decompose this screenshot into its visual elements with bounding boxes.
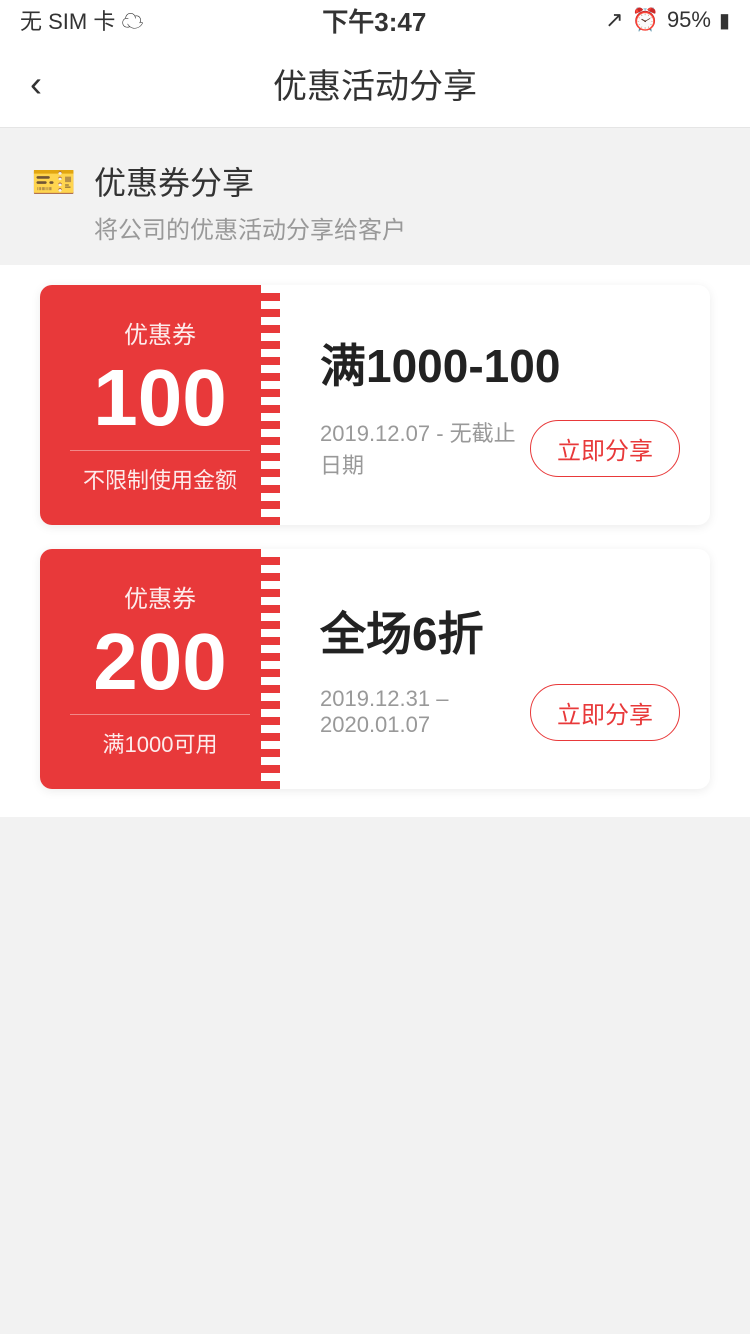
- page-title: 优惠活动分享: [273, 59, 477, 108]
- coupon-left-stub: 优惠券 100 不限制使用金额: [40, 285, 280, 525]
- status-right: ↗ ⏰ 95% ▮: [605, 7, 730, 33]
- status-left: 无 SIM 卡 ☁: [20, 4, 143, 36]
- battery-label: 95%: [667, 7, 711, 33]
- coupon-section-icon: 🎫: [30, 158, 78, 206]
- coupon-amount-1: 100: [93, 358, 226, 438]
- nav-bar: ‹ 优惠活动分享: [0, 40, 750, 128]
- coupon-condition-1: 不限制使用金额: [83, 463, 237, 495]
- coupon-divider-1: [70, 450, 250, 451]
- share-button-1[interactable]: 立即分享: [530, 420, 680, 477]
- coupon-name-2: 全场6折: [320, 598, 680, 664]
- coupon-card-2: 优惠券 200 满1000可用 全场6折 2019.12.31 – 2020.0…: [40, 549, 710, 789]
- coupon-footer-1: 2019.12.07 - 无截止日期 立即分享: [320, 416, 680, 480]
- coupon-divider-2: [70, 714, 250, 715]
- coupon-list: 优惠券 100 不限制使用金额 满1000-100 2019.12.07 - 无…: [20, 285, 730, 813]
- coupon-label-2: 优惠券: [124, 579, 196, 614]
- share-button-2[interactable]: 立即分享: [530, 684, 680, 741]
- status-time: 下午3:47: [322, 2, 426, 39]
- no-sim-label: 无 SIM 卡 ☁: [20, 4, 143, 36]
- empty-area: [0, 817, 750, 1317]
- coupon-name-1: 满1000-100: [320, 330, 680, 396]
- section-text: 优惠券分享 将公司的优惠活动分享给客户: [94, 158, 406, 245]
- coupon-right-1: 满1000-100 2019.12.07 - 无截止日期 立即分享: [280, 285, 710, 525]
- coupon-footer-2: 2019.12.31 – 2020.01.07 立即分享: [320, 684, 680, 741]
- back-button[interactable]: ‹: [30, 63, 42, 105]
- coupon-amount-2: 200: [93, 622, 226, 702]
- alarm-icon: ⏰: [632, 7, 659, 33]
- status-bar: 无 SIM 卡 ☁ 下午3:47 ↗ ⏰ 95% ▮: [0, 0, 750, 40]
- coupon-right-2: 全场6折 2019.12.31 – 2020.01.07 立即分享: [280, 549, 710, 789]
- section-subtitle: 将公司的优惠活动分享给客户: [94, 210, 406, 245]
- battery-icon: ▮: [719, 8, 730, 33]
- location-icon: ↗: [605, 7, 623, 33]
- section-header: 🎫 优惠券分享 将公司的优惠活动分享给客户: [0, 128, 750, 265]
- coupon-date-1: 2019.12.07 - 无截止日期: [320, 416, 530, 480]
- coupon-date-2: 2019.12.31 – 2020.01.07: [320, 686, 530, 738]
- coupon-left-stub-2: 优惠券 200 满1000可用: [40, 549, 280, 789]
- coupon-label-1: 优惠券: [124, 315, 196, 350]
- coupon-card: 优惠券 100 不限制使用金额 满1000-100 2019.12.07 - 无…: [40, 285, 710, 525]
- section-title: 优惠券分享: [94, 158, 406, 204]
- coupon-condition-2: 满1000可用: [103, 727, 218, 759]
